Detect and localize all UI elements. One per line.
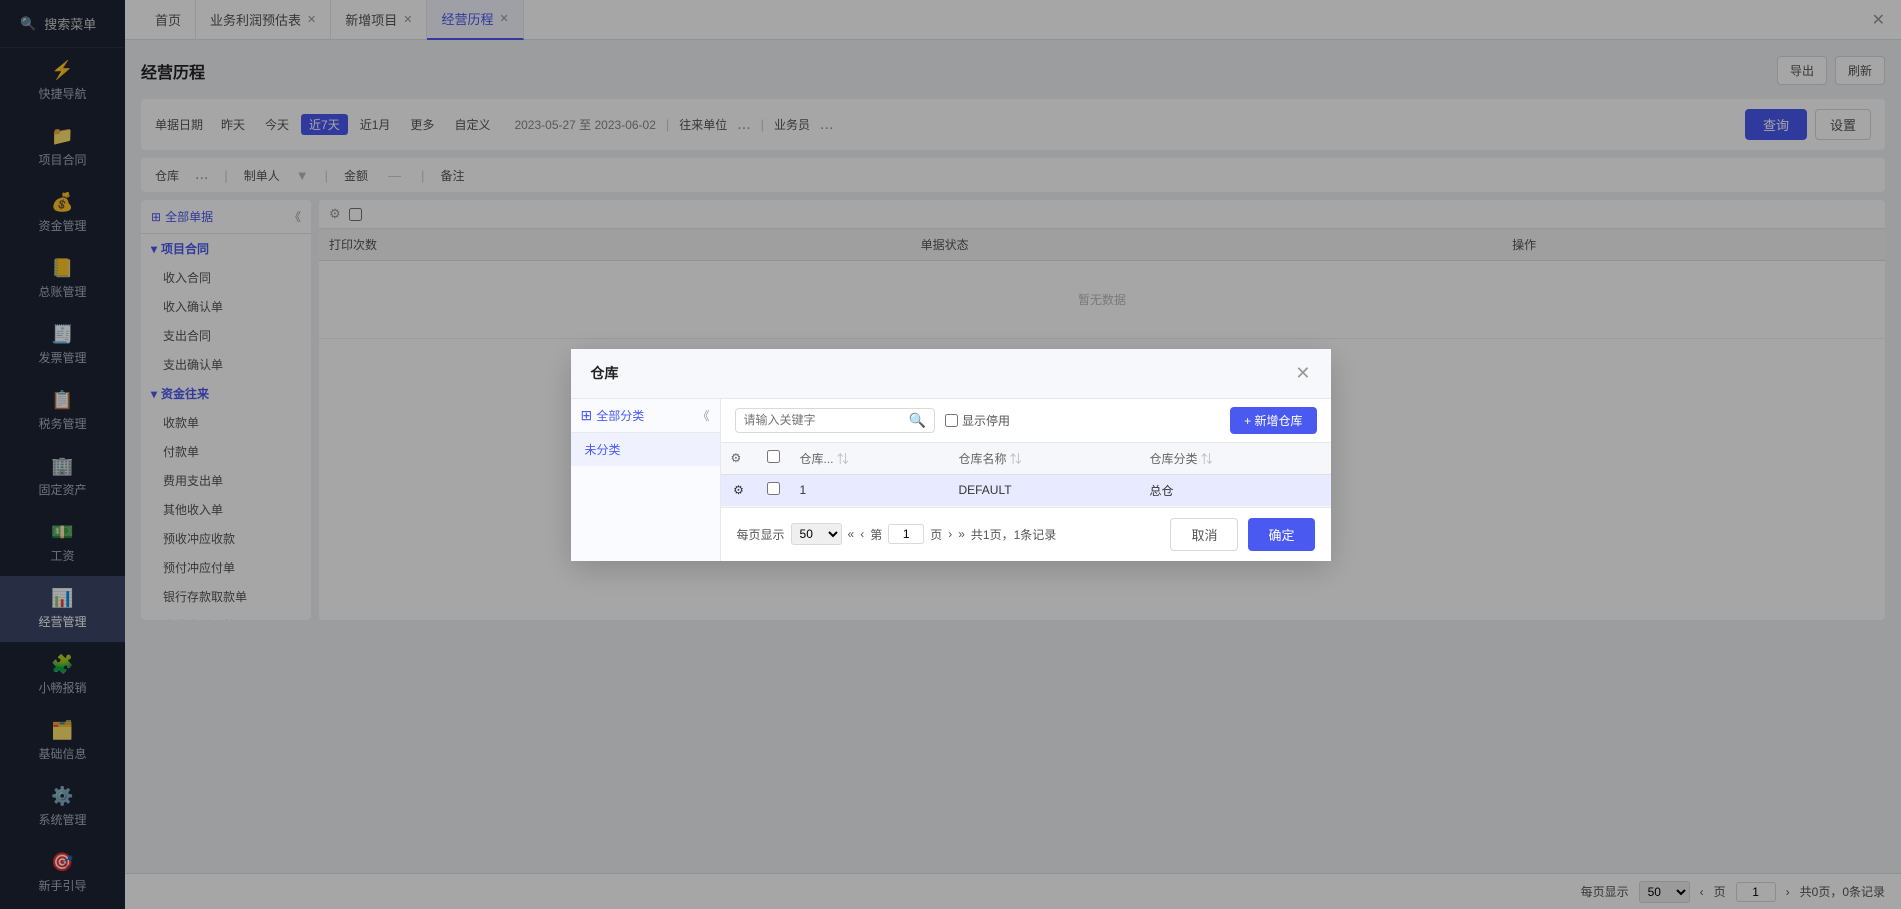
modal-collapse-icon[interactable]: 《 xyxy=(697,407,709,424)
modal-body: ⊞ 全部分类 《 未分类 🔍 xyxy=(571,399,1331,561)
modal-page-label: 第 xyxy=(870,526,882,543)
modal-warehouse-table: ⚙ 仓库... ⇅ 仓库名称 ⇅ 仓库分类 ⇅ xyxy=(721,443,1331,507)
row-checkbox[interactable] xyxy=(757,474,790,506)
warehouse-modal: 仓库 ✕ ⊞ 全部分类 《 未分类 xyxy=(571,349,1331,561)
modal-page-end-label: 页 xyxy=(930,526,942,543)
modal-page-size-select[interactable]: 50 100 xyxy=(791,523,842,545)
row-code: DEFAULT xyxy=(948,474,1139,506)
modal-grid-icon: ⊞ xyxy=(581,407,593,424)
show-disabled-checkbox[interactable]: 显示停用 xyxy=(945,412,1010,429)
col-category[interactable]: 仓库分类 ⇅ xyxy=(1139,443,1330,475)
modal-table-container: ⚙ 仓库... ⇅ 仓库名称 ⇅ 仓库分类 ⇅ xyxy=(721,443,1331,507)
col-code[interactable]: 仓库... ⇅ xyxy=(790,443,949,475)
modal-last-btn[interactable]: » xyxy=(958,527,965,541)
modal-right-panel: 🔍 显示停用 + 新增仓库 ⚙ xyxy=(721,399,1331,561)
modal-search-box: 🔍 xyxy=(735,408,935,433)
modal-total-label: 共1页，1条记录 xyxy=(971,526,1056,543)
modal-header: 仓库 ✕ xyxy=(571,349,1331,399)
search-icon[interactable]: 🔍 xyxy=(909,412,926,429)
add-warehouse-button[interactable]: + 新增仓库 xyxy=(1230,407,1316,434)
modal-per-page-label: 每页显示 xyxy=(737,526,785,543)
modal-prev-btn[interactable]: ‹ xyxy=(860,527,864,541)
modal-next-btn[interactable]: › xyxy=(948,527,952,541)
modal-footer: 每页显示 50 100 « ‹ 第 页 › » 共1页，1条记录 xyxy=(721,507,1331,561)
modal-pagination: 每页显示 50 100 « ‹ 第 页 › » 共1页，1条记录 xyxy=(737,523,1057,545)
modal-footer-actions: 取消 确定 xyxy=(1170,518,1314,551)
modal-title: 仓库 xyxy=(591,363,619,383)
modal-close-button[interactable]: ✕ xyxy=(1295,363,1310,384)
table-select-all[interactable] xyxy=(767,450,780,463)
modal-all-label[interactable]: 全部分类 xyxy=(596,407,644,424)
table-row[interactable]: ⚙ 1 DEFAULT 总仓 xyxy=(721,474,1331,506)
row-index: 1 xyxy=(790,474,949,506)
confirm-button[interactable]: 确定 xyxy=(1248,518,1314,551)
modal-toolbar: 🔍 显示停用 + 新增仓库 xyxy=(721,399,1331,443)
modal-toolbar-left: 🔍 显示停用 xyxy=(735,408,1010,433)
col-gear: ⚙ xyxy=(721,443,757,475)
row-gear[interactable]: ⚙ xyxy=(721,474,757,506)
show-disabled-input[interactable] xyxy=(945,414,958,427)
cancel-button[interactable]: 取消 xyxy=(1170,518,1238,551)
col-checkbox xyxy=(757,443,790,475)
modal-left-header: ⊞ 全部分类 《 xyxy=(571,399,720,433)
modal-search-input[interactable] xyxy=(744,413,904,427)
modal-page-input[interactable] xyxy=(888,524,924,544)
modal-uncategorized[interactable]: 未分类 xyxy=(571,433,720,466)
modal-left-panel: ⊞ 全部分类 《 未分类 xyxy=(571,399,721,561)
modal-overlay[interactable]: 仓库 ✕ ⊞ 全部分类 《 未分类 xyxy=(0,0,1901,909)
show-disabled-label: 显示停用 xyxy=(962,412,1010,429)
modal-first-btn[interactable]: « xyxy=(848,527,855,541)
col-name[interactable]: 仓库名称 ⇅ xyxy=(948,443,1139,475)
row-name: 总仓 xyxy=(1139,474,1330,506)
